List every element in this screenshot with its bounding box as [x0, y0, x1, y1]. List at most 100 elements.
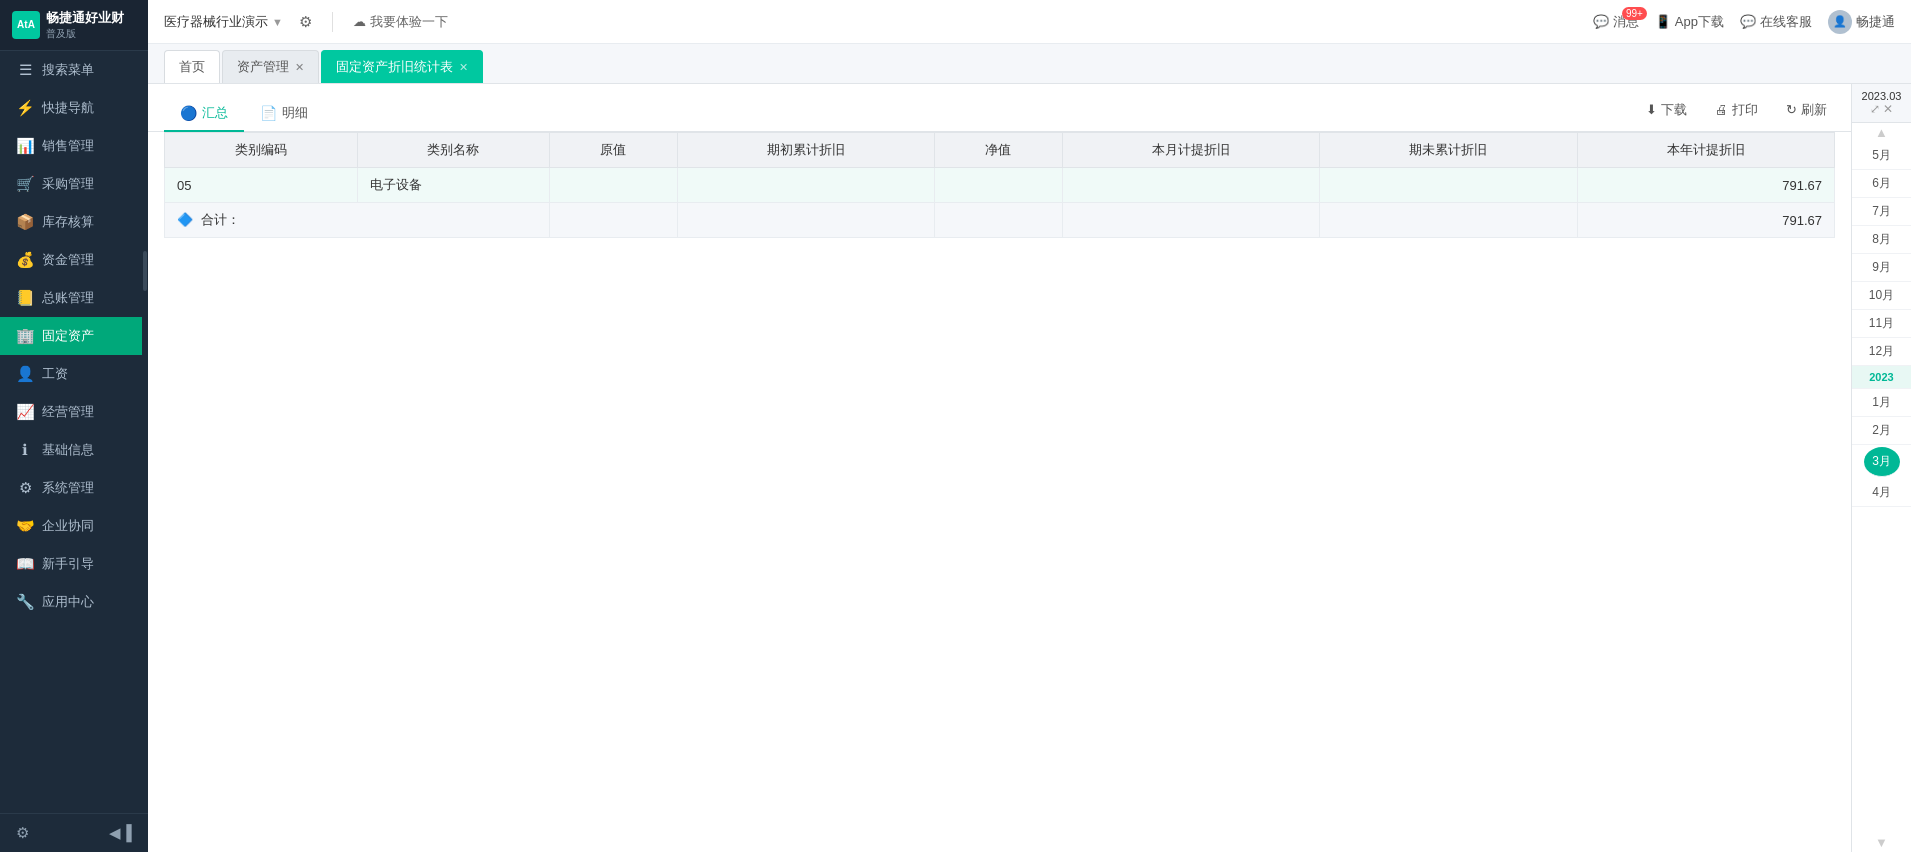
app-title: 畅捷通好业财 — [46, 10, 124, 27]
sidebar-item-label: 系统管理 — [42, 479, 94, 497]
sidebar-item-search[interactable]: ☰ 搜索菜单 — [0, 51, 142, 89]
sidebar-item-system[interactable]: ⚙ 系统管理 — [0, 469, 142, 507]
sidebar-item-ledger[interactable]: 📒 总账管理 — [0, 279, 142, 317]
topbar-settings-icon[interactable]: ⚙ — [299, 13, 312, 31]
sum-period-end — [1320, 203, 1578, 238]
summary-icon: 🔵 — [180, 105, 197, 121]
customer-service-icon: 💬 — [1740, 14, 1756, 29]
date-item-may[interactable]: 5月 — [1852, 142, 1911, 170]
table-container: 类别编码 类别名称 原值 期初累计折旧 净值 本月计提折旧 期未累计折旧 本年计… — [148, 132, 1851, 852]
sum-annual: 791.67 — [1577, 203, 1835, 238]
tab-asset-close-icon[interactable]: ✕ — [295, 61, 304, 74]
sidebar-item-label: 工资 — [42, 365, 68, 383]
date-item-jun[interactable]: 6月 — [1852, 170, 1911, 198]
sum-net — [935, 203, 1063, 238]
collapse-icon[interactable]: ◀▐ — [109, 824, 132, 842]
sidebar-item-basic-info[interactable]: ℹ 基础信息 — [0, 431, 142, 469]
app-edition: 普及版 — [46, 27, 124, 40]
scroll-down-btn[interactable]: ▼ — [1852, 833, 1911, 852]
date-list: 5月 6月 7月 8月 9月 10月 11月 12月 2023 1月 2月 3月… — [1852, 142, 1911, 833]
date-item-oct[interactable]: 10月 — [1852, 282, 1911, 310]
refresh-btn[interactable]: ↻ 刷新 — [1778, 97, 1835, 123]
sidebar-item-inventory[interactable]: 📦 库存核算 — [0, 203, 142, 241]
sidebar-item-purchase[interactable]: 🛒 采购管理 — [0, 165, 142, 203]
tab-depreciation-report[interactable]: 固定资产折旧统计表 ✕ — [321, 50, 483, 83]
topbar-right: 💬 消息 99+ 📱 App下载 💬 在线客服 👤 畅捷通 — [1593, 10, 1895, 34]
sidebar-item-fixed-assets[interactable]: 🏢 固定资产 — [0, 317, 142, 355]
date-item-feb[interactable]: 2月 — [1852, 417, 1911, 445]
expand-icon[interactable]: ⤢ — [1870, 102, 1880, 116]
row-original — [550, 168, 678, 203]
search-menu-icon: ☰ — [16, 61, 34, 79]
scroll-up-btn[interactable]: ▲ — [1852, 123, 1911, 142]
scrollbar-thumb — [143, 251, 147, 291]
date-item-jul[interactable]: 7月 — [1852, 198, 1911, 226]
customer-service-btn[interactable]: 💬 在线客服 — [1740, 13, 1812, 31]
experience-btn[interactable]: ☁ 我要体验一下 — [353, 13, 448, 31]
subtab-summary-label: 汇总 — [202, 104, 228, 122]
operations-icon: 📈 — [16, 403, 34, 421]
user-info[interactable]: 👤 畅捷通 — [1828, 10, 1895, 34]
date-item-dec[interactable]: 12月 — [1852, 338, 1911, 366]
col-header-monthly: 本月计提折旧 — [1062, 133, 1320, 168]
company-selector[interactable]: 医疗器械行业演示 ▼ — [164, 13, 283, 31]
print-btn[interactable]: 🖨 打印 — [1707, 97, 1766, 123]
sidebar-item-payroll[interactable]: 👤 工资 — [0, 355, 142, 393]
col-header-initial-dep: 期初累计折旧 — [677, 133, 935, 168]
panel-close-icon[interactable]: ✕ — [1883, 102, 1893, 116]
sidebar-item-tutorial[interactable]: 📖 新手引导 — [0, 545, 142, 583]
sidebar-item-sales[interactable]: 📊 销售管理 — [0, 127, 142, 165]
row-name: 电子设备 — [357, 168, 550, 203]
date-item-nov[interactable]: 11月 — [1852, 310, 1911, 338]
company-name: 医疗器械行业演示 — [164, 13, 268, 31]
app-download-btn[interactable]: 📱 App下载 — [1655, 13, 1724, 31]
panel-body: ▲ 5月 6月 7月 8月 9月 10月 11月 12月 2023 1月 2月 … — [1852, 123, 1911, 852]
print-icon: 🖨 — [1715, 102, 1728, 117]
sidebar-scrollbar — [142, 51, 148, 813]
main-area: 医疗器械行业演示 ▼ ⚙ ☁ 我要体验一下 💬 消息 99+ 📱 App下载 💬… — [148, 0, 1911, 852]
date-item-aug[interactable]: 8月 — [1852, 226, 1911, 254]
download-label: 下载 — [1661, 101, 1687, 119]
sidebar-item-label: 基础信息 — [42, 441, 94, 459]
col-header-code: 类别编码 — [165, 133, 358, 168]
enterprise-icon: 🤝 — [16, 517, 34, 535]
sum-monthly — [1062, 203, 1320, 238]
experience-icon: ☁ — [353, 14, 366, 29]
tab-depreciation-close-icon[interactable]: ✕ — [459, 61, 468, 74]
tutorial-icon: 📖 — [16, 555, 34, 573]
sidebar-item-label: 固定资产 — [42, 327, 94, 345]
fixed-assets-icon: 🏢 — [16, 327, 34, 345]
sidebar-item-operations[interactable]: 📈 经营管理 — [0, 393, 142, 431]
subtab-detail[interactable]: 📄 明细 — [244, 96, 324, 132]
sidebar-item-quick-nav[interactable]: ⚡ 快捷导航 — [0, 89, 142, 127]
sidebar-item-label: 快捷导航 — [42, 99, 94, 117]
content-main: 🔵 汇总 📄 明细 ⬇ 下载 🖨 打印 — [148, 84, 1851, 852]
tab-asset-management[interactable]: 资产管理 ✕ — [222, 50, 319, 83]
message-btn[interactable]: 💬 消息 99+ — [1593, 13, 1639, 31]
funds-icon: 💰 — [16, 251, 34, 269]
user-avatar: 👤 — [1828, 10, 1852, 34]
sidebar-item-enterprise[interactable]: 🤝 企业协同 — [0, 507, 142, 545]
subtab-summary[interactable]: 🔵 汇总 — [164, 96, 244, 132]
date-item-sep[interactable]: 9月 — [1852, 254, 1911, 282]
date-item-mar[interactable]: 3月 — [1864, 447, 1900, 477]
refresh-icon: ↻ — [1786, 102, 1797, 117]
tab-home-label: 首页 — [179, 58, 205, 76]
app-center-icon: 🔧 — [16, 593, 34, 611]
sum-label: 🔷 合计： — [165, 203, 550, 238]
customer-service-label: 在线客服 — [1760, 13, 1812, 31]
topbar-divider — [332, 12, 333, 32]
date-item-jan[interactable]: 1月 — [1852, 389, 1911, 417]
tab-home[interactable]: 首页 — [164, 50, 220, 83]
sidebar-item-funds[interactable]: 💰 资金管理 — [0, 241, 142, 279]
topbar: 医疗器械行业演示 ▼ ⚙ ☁ 我要体验一下 💬 消息 99+ 📱 App下载 💬… — [148, 0, 1911, 44]
refresh-label: 刷新 — [1801, 101, 1827, 119]
download-btn[interactable]: ⬇ 下载 — [1638, 97, 1695, 123]
sidebar-item-label: 企业协同 — [42, 517, 94, 535]
payroll-icon: 👤 — [16, 365, 34, 383]
sidebar-item-app-center[interactable]: 🔧 应用中心 — [0, 583, 142, 621]
row-initial-dep — [677, 168, 935, 203]
settings-bottom-icon[interactable]: ⚙ — [16, 824, 29, 842]
date-item-apr[interactable]: 4月 — [1852, 479, 1911, 507]
date-item-year-2023[interactable]: 2023 — [1852, 366, 1911, 389]
